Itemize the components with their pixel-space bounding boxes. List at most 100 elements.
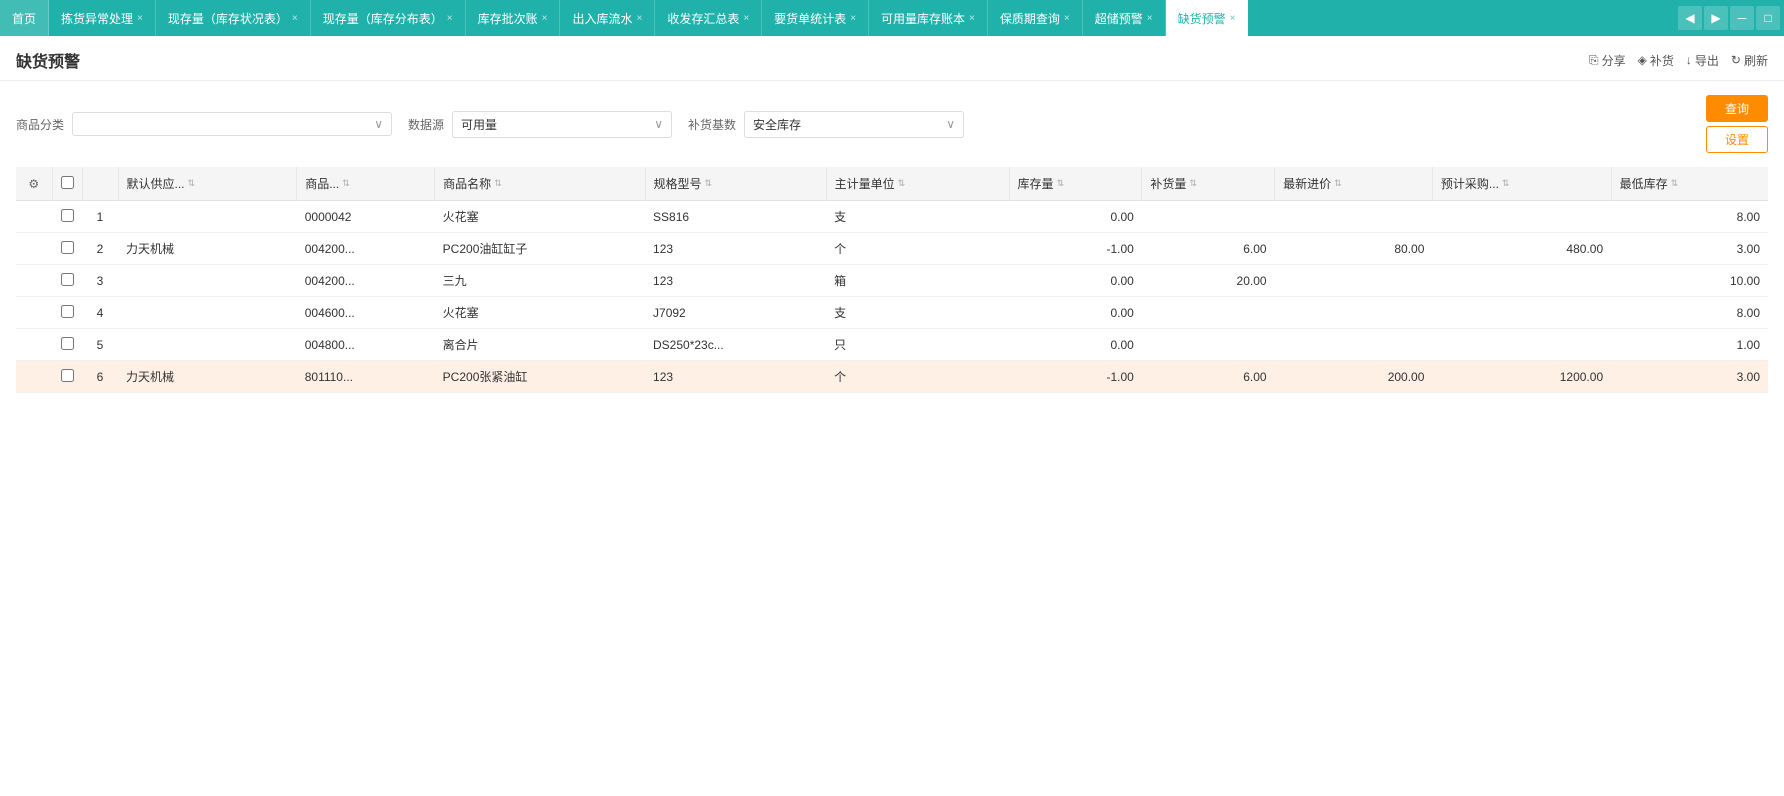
replenish-base-value: 安全库存 (753, 116, 801, 133)
product-category-select[interactable]: ∨ (72, 112, 392, 136)
row-latest-price (1275, 329, 1433, 361)
row-stock: -1.00 (1009, 361, 1142, 393)
row-default-supplier (118, 297, 297, 329)
table-row: 3004200...三九123箱0.0020.0010.00 (16, 265, 1768, 297)
row-checkbox[interactable] (61, 273, 74, 286)
sort-icon: ⇅ (1189, 178, 1197, 189)
row-number: 4 (82, 297, 118, 329)
nav-tab[interactable]: 现存量（库存分布表）× (311, 0, 466, 36)
replenish-base-select[interactable]: 安全库存 ∨ (744, 111, 964, 138)
nav-tab[interactable]: 缺货预警× (1166, 0, 1249, 36)
row-checkbox[interactable] (61, 305, 74, 318)
refresh-button[interactable]: ↻ 刷新 (1731, 52, 1768, 69)
row-min-stock: 10.00 (1611, 265, 1768, 297)
row-unit: 支 (826, 201, 1009, 233)
replenish-button[interactable]: ◈ 补货 (1638, 52, 1674, 69)
row-checkbox[interactable] (61, 337, 74, 350)
share-button[interactable]: ⎘ 分享 (1589, 52, 1626, 69)
column-latest-price: 最新进价 ⇅ (1275, 167, 1433, 201)
close-icon[interactable]: × (542, 13, 548, 24)
row-checkbox[interactable] (61, 369, 74, 382)
column-unit: 主计量单位 ⇅ (826, 167, 1009, 201)
table-header-row: ⚙ 默认供应... ⇅ 商品.. (16, 167, 1768, 201)
row-replenish-qty: 6.00 (1142, 233, 1275, 265)
row-latest-price: 200.00 (1275, 361, 1433, 393)
close-icon[interactable]: × (850, 13, 856, 24)
nav-tab[interactable]: 可用量库存账本× (869, 0, 988, 36)
sort-icon: ⇅ (1334, 178, 1342, 189)
table-row: 5004800...离合片DS250*23c...只0.001.00 (16, 329, 1768, 361)
chevron-down-icon: ∨ (946, 117, 955, 131)
export-button[interactable]: ↓ 导出 (1686, 52, 1719, 69)
row-checkbox[interactable] (61, 209, 74, 222)
close-icon[interactable]: × (1147, 13, 1153, 24)
column-stock: 库存量 ⇅ (1009, 167, 1142, 201)
row-replenish-qty (1142, 201, 1275, 233)
refresh-icon: ↻ (1731, 53, 1741, 67)
nav-tab[interactable]: 首页 (0, 0, 49, 36)
row-spec: 123 (645, 265, 826, 297)
column-min-stock: 最低库存 ⇅ (1611, 167, 1768, 201)
nav-tab[interactable]: 收发存汇总表× (655, 0, 762, 36)
nav-tab[interactable]: 拣货异常处理× (49, 0, 156, 36)
nav-prev-button[interactable]: ◀ (1678, 6, 1702, 30)
row-unit: 支 (826, 297, 1009, 329)
nav-tab-label: 库存批次账 (478, 10, 538, 27)
product-category-filter: 商品分类 ∨ (16, 112, 392, 136)
datasource-select[interactable]: 可用量 ∨ (452, 111, 672, 138)
column-gear: ⚙ (16, 167, 52, 201)
row-product-name: PC200油缸缸子 (435, 233, 645, 265)
close-icon[interactable]: × (636, 13, 642, 24)
nav-tab-label: 首页 (12, 10, 36, 27)
nav-next-button[interactable]: ▶ (1704, 6, 1728, 30)
row-unit: 箱 (826, 265, 1009, 297)
sort-icon: ⇅ (898, 178, 906, 189)
main-content: 缺货预警 ⎘ 分享 ◈ 补货 ↓ 导出 ↻ 刷新 商品分类 (0, 36, 1784, 796)
row-replenish-qty: 20.00 (1142, 265, 1275, 297)
close-icon[interactable]: × (447, 13, 453, 24)
gear-icon[interactable]: ⚙ (28, 177, 39, 191)
close-icon[interactable]: × (292, 13, 298, 24)
nav-tab[interactable]: 出入库流水 × (560, 0, 655, 36)
chevron-down-icon: ∨ (654, 117, 663, 131)
row-stock: 0.00 (1009, 201, 1142, 233)
row-gear-cell (16, 297, 52, 329)
column-checkbox (52, 167, 82, 201)
close-icon[interactable]: × (137, 13, 143, 24)
nav-tab[interactable]: 超储预警× (1083, 0, 1166, 36)
row-checkbox[interactable] (61, 241, 74, 254)
close-icon[interactable]: × (743, 13, 749, 24)
close-icon[interactable]: × (1064, 13, 1070, 24)
column-product-code: 商品... ⇅ (297, 167, 435, 201)
nav-minimize-button[interactable]: － (1730, 6, 1754, 30)
nav-tab-label: 出入库流水 (572, 10, 632, 27)
data-table: ⚙ 默认供应... ⇅ 商品.. (16, 167, 1768, 393)
row-gear-cell (16, 329, 52, 361)
nav-controls: ◀ ▶ － □ (1674, 0, 1784, 36)
row-estimated-purchase (1432, 297, 1611, 329)
row-number: 2 (82, 233, 118, 265)
close-icon[interactable]: × (969, 13, 975, 24)
row-default-supplier (118, 265, 297, 297)
nav-tab[interactable]: 库存批次账 × (466, 0, 561, 36)
nav-tab-label: 要货单统计表 (774, 10, 846, 27)
row-gear-cell (16, 361, 52, 393)
row-estimated-purchase (1432, 265, 1611, 297)
row-product-code: 004200... (297, 265, 435, 297)
table-row: 4004600...火花塞J7092支0.008.00 (16, 297, 1768, 329)
row-latest-price: 80.00 (1275, 233, 1433, 265)
close-icon[interactable]: × (1230, 13, 1236, 24)
select-all-checkbox[interactable] (61, 176, 74, 189)
nav-tab[interactable]: 要货单统计表 × (762, 0, 869, 36)
row-gear-cell (16, 233, 52, 265)
row-product-code: 0000042 (297, 201, 435, 233)
row-product-name: 火花塞 (435, 201, 645, 233)
row-gear-cell (16, 265, 52, 297)
sort-icon: ⇅ (342, 178, 350, 189)
nav-maximize-button[interactable]: □ (1756, 6, 1780, 30)
table-row: 10000042火花塞SS816支0.008.00 (16, 201, 1768, 233)
settings-button[interactable]: 设置 (1706, 126, 1768, 153)
nav-tab[interactable]: 现存量（库存状况表）× (156, 0, 311, 36)
nav-tab[interactable]: 保质期查询× (988, 0, 1083, 36)
query-button[interactable]: 查询 (1706, 95, 1768, 122)
